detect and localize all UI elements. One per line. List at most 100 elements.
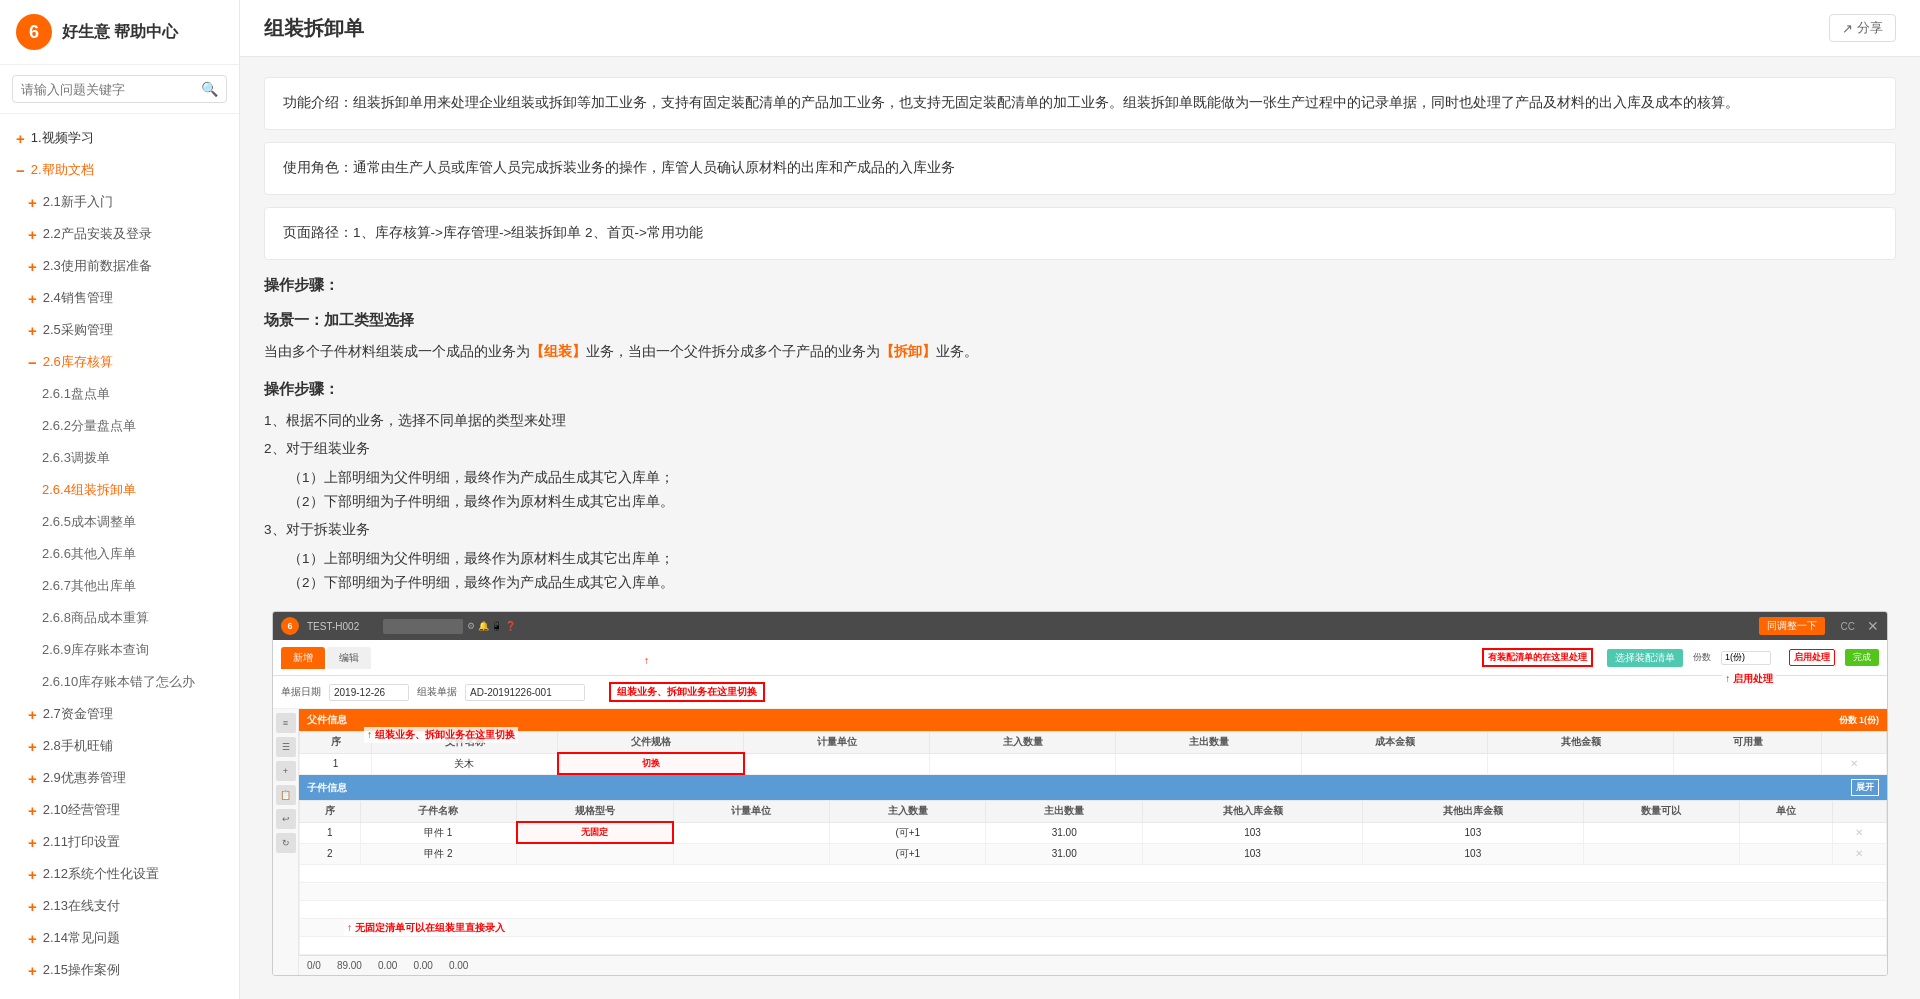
sw-lower-table: 序 子件名称 规格型号 计量单位 主入数量 主出数量 其他入库金额 其他出库金额… [299, 800, 1887, 955]
expand-icon: + [28, 258, 37, 275]
expand-icon: + [28, 226, 37, 243]
table-row [300, 864, 1887, 882]
expand-icon: + [28, 770, 37, 787]
page-title: 组装拆卸单 [264, 15, 364, 42]
sidebar-item-stock265[interactable]: 2.6.5成本调整单 [0, 506, 239, 538]
sidebar-item-stock262[interactable]: 2.6.2分量盘点单 [0, 410, 239, 442]
main-area: 组装拆卸单 ↗ 分享 功能介绍：组装拆卸单用来处理企业组装或拆卸等加工业务，支持… [240, 0, 1920, 999]
software-screenshot: 6 TEST-H002 ⚙ 🔔 📱 ❓ 同调整一下 CC ✕ 新增 编辑 [272, 611, 1888, 976]
sw-close-icon[interactable]: ✕ [1867, 618, 1879, 634]
sidebar-item-inventory[interactable]: − 2.6库存核算 [0, 346, 239, 378]
sw-icon-2[interactable]: ☰ [276, 737, 296, 757]
sidebar-item-sales[interactable]: + 2.4销售管理 [0, 282, 239, 314]
sw-adjust-btn[interactable]: 同调整一下 [1759, 617, 1825, 635]
collapse-icon: − [16, 162, 25, 179]
sw-lower-expand-btn[interactable]: 展开 [1851, 779, 1879, 796]
step3-2: （2）下部明细为子件明细，最终作为产成品生成其它入库单。 [264, 571, 1896, 595]
sw-footer-total2: 89.00 [337, 960, 362, 971]
share-button[interactable]: ↗ 分享 [1829, 14, 1896, 42]
sw-td-spec[interactable]: 切换 [558, 753, 744, 774]
share-label: 分享 [1857, 19, 1883, 37]
nav-tree: + 1.视频学习 − 2.帮助文档 + 2.1新手入门 + 2.2产品安装及登录… [0, 114, 239, 999]
sw-ltd-del[interactable]: ✕ [1832, 822, 1886, 843]
sidebar-item-print[interactable]: + 2.11打印设置 [0, 826, 239, 858]
sidebar-item-mobile[interactable]: + 2.8手机旺铺 [0, 730, 239, 762]
role-text: 使用角色：通常由生产人员或库管人员完成拆装业务的操作，库管人员确认原材料的出库和… [283, 160, 955, 175]
sw-th-out-qty: 主出数量 [1116, 732, 1302, 754]
sw-upper-table: 序 父件名称 父件规格 计量单位 主入数量 主出数量 成本金额 其他金额 可用量 [299, 731, 1887, 775]
sidebar-item-stock264[interactable]: 2.6.4组装拆卸单 [0, 474, 239, 506]
sw-topbar-input[interactable] [383, 619, 463, 634]
sw-td-del[interactable]: ✕ [1822, 753, 1887, 774]
sw-th-unit: 计量单位 [744, 732, 930, 754]
sidebar-item-coupon[interactable]: + 2.9优惠券管理 [0, 762, 239, 794]
sw-icon-1[interactable]: ≡ [276, 713, 296, 733]
sw-ltd-avail [1583, 822, 1739, 843]
sw-tab-edit[interactable]: 编辑 [327, 647, 371, 669]
sw-date-input[interactable] [329, 684, 409, 701]
sw-main-section: 父件信息 份数 1(份) 序 父件名称 父件规格 [299, 709, 1887, 975]
sidebar-label: 2.6.3调拨单 [42, 449, 110, 467]
sidebar-item-purchase[interactable]: + 2.5采购管理 [0, 314, 239, 346]
sidebar-item-stock2610[interactable]: 2.6.10库存账本错了怎么办 [0, 666, 239, 698]
expand-icon: + [28, 290, 37, 307]
sidebar-label: 2.帮助文档 [31, 161, 94, 179]
intro-text: 功能介绍：组装拆卸单用来处理企业组装或拆卸等加工业务，支持有固定装配清单的产品加… [283, 95, 1739, 110]
sw-left-icons: ≡ ☰ + 📋 ↩ ↻ [273, 709, 299, 975]
sidebar-item-stock267[interactable]: 2.6.7其他出库单 [0, 570, 239, 602]
sw-lower-header: 子件信息 展开 [299, 775, 1887, 800]
sidebar-item-stock261[interactable]: 2.6.1盘点单 [0, 378, 239, 410]
sw-bill-input[interactable] [465, 684, 585, 701]
table-row [300, 900, 1887, 918]
search-input[interactable] [21, 82, 201, 97]
sidebar-label: 2.1新手入门 [43, 193, 113, 211]
sidebar-item-videos[interactable]: + 1.视频学习 [0, 122, 239, 154]
sidebar-item-custom[interactable]: + 2.12系统个性化设置 [0, 858, 239, 890]
sw-qty-input[interactable] [1721, 651, 1771, 665]
sw-select-list-btn[interactable]: 选择装配清单 [1607, 649, 1683, 667]
sw-ltd-name2: 甲件 2 [360, 843, 516, 864]
sw-brand: TEST-H002 [307, 621, 359, 632]
sw-topbar-icons: ⚙ 🔔 📱 ❓ [467, 621, 516, 631]
sidebar-item-stock269[interactable]: 2.6.9库存账本查询 [0, 634, 239, 666]
sw-th-cost: 成本金额 [1302, 732, 1488, 754]
sidebar-item-stock268[interactable]: 2.6.8商品成本重算 [0, 602, 239, 634]
expand-icon: + [28, 706, 37, 723]
sidebar-item-faq[interactable]: + 2.14常见问题 [0, 922, 239, 954]
sw-ltd-in-qty2: (可+1 [830, 843, 986, 864]
sw-icon-4[interactable]: 📋 [276, 785, 296, 805]
sw-td-other [1488, 753, 1674, 774]
intro-box: 功能介绍：组装拆卸单用来处理企业组装或拆卸等加工业务，支持有固定装配清单的产品加… [264, 77, 1896, 130]
sidebar-label: 2.6库存核算 [43, 353, 113, 371]
sw-icon-3[interactable]: + [276, 761, 296, 781]
sidebar-item-stock266[interactable]: 2.6.6其他入库单 [0, 538, 239, 570]
sidebar-item-install[interactable]: + 2.2产品安装及登录 [0, 218, 239, 250]
sidebar-item-newbie[interactable]: + 2.1新手入门 [0, 186, 239, 218]
sw-icon-5[interactable]: ↩ [276, 809, 296, 829]
sw-icon-6[interactable]: ↻ [276, 833, 296, 853]
sidebar-item-finance[interactable]: + 2.7资金管理 [0, 698, 239, 730]
scene1-title: 场景一：加工类型选择 [264, 311, 1896, 330]
step2: 2、对于组装业务 [264, 437, 1896, 461]
app-logo: 6 [16, 14, 52, 50]
table-row: 1 关木 切换 [300, 753, 1887, 774]
sw-confirm-btn[interactable]: 完成 [1845, 649, 1879, 666]
sw-ltd-name: 甲件 1 [360, 822, 516, 843]
sw-upper-header: 父件信息 份数 1(份) [299, 709, 1887, 731]
sw-tab-new[interactable]: 新增 [281, 647, 325, 669]
sidebar-header: 6 好生意 帮助中心 [0, 0, 239, 65]
sw-lth-name: 子件名称 [360, 801, 516, 823]
sw-td-seq: 1 [300, 753, 372, 774]
sidebar-item-stock263[interactable]: 2.6.3调拨单 [0, 442, 239, 474]
sidebar-item-data[interactable]: + 2.3使用前数据准备 [0, 250, 239, 282]
sw-td-cost [1302, 753, 1488, 774]
sidebar-item-docs[interactable]: − 2.帮助文档 [0, 154, 239, 186]
sidebar-label: 2.2产品安装及登录 [43, 225, 152, 243]
sidebar-item-ops[interactable]: + 2.10经营管理 [0, 794, 239, 826]
sidebar-item-online[interactable]: + 2.13在线支付 [0, 890, 239, 922]
sidebar-label: 2.6.2分量盘点单 [42, 417, 136, 435]
sidebar-item-cases[interactable]: + 2.15操作案例 [0, 954, 239, 986]
highlight-assemble: 【组装】 [530, 344, 586, 359]
sw-ltd-del2[interactable]: ✕ [1832, 843, 1886, 864]
sw-th-other: 其他金额 [1488, 732, 1674, 754]
